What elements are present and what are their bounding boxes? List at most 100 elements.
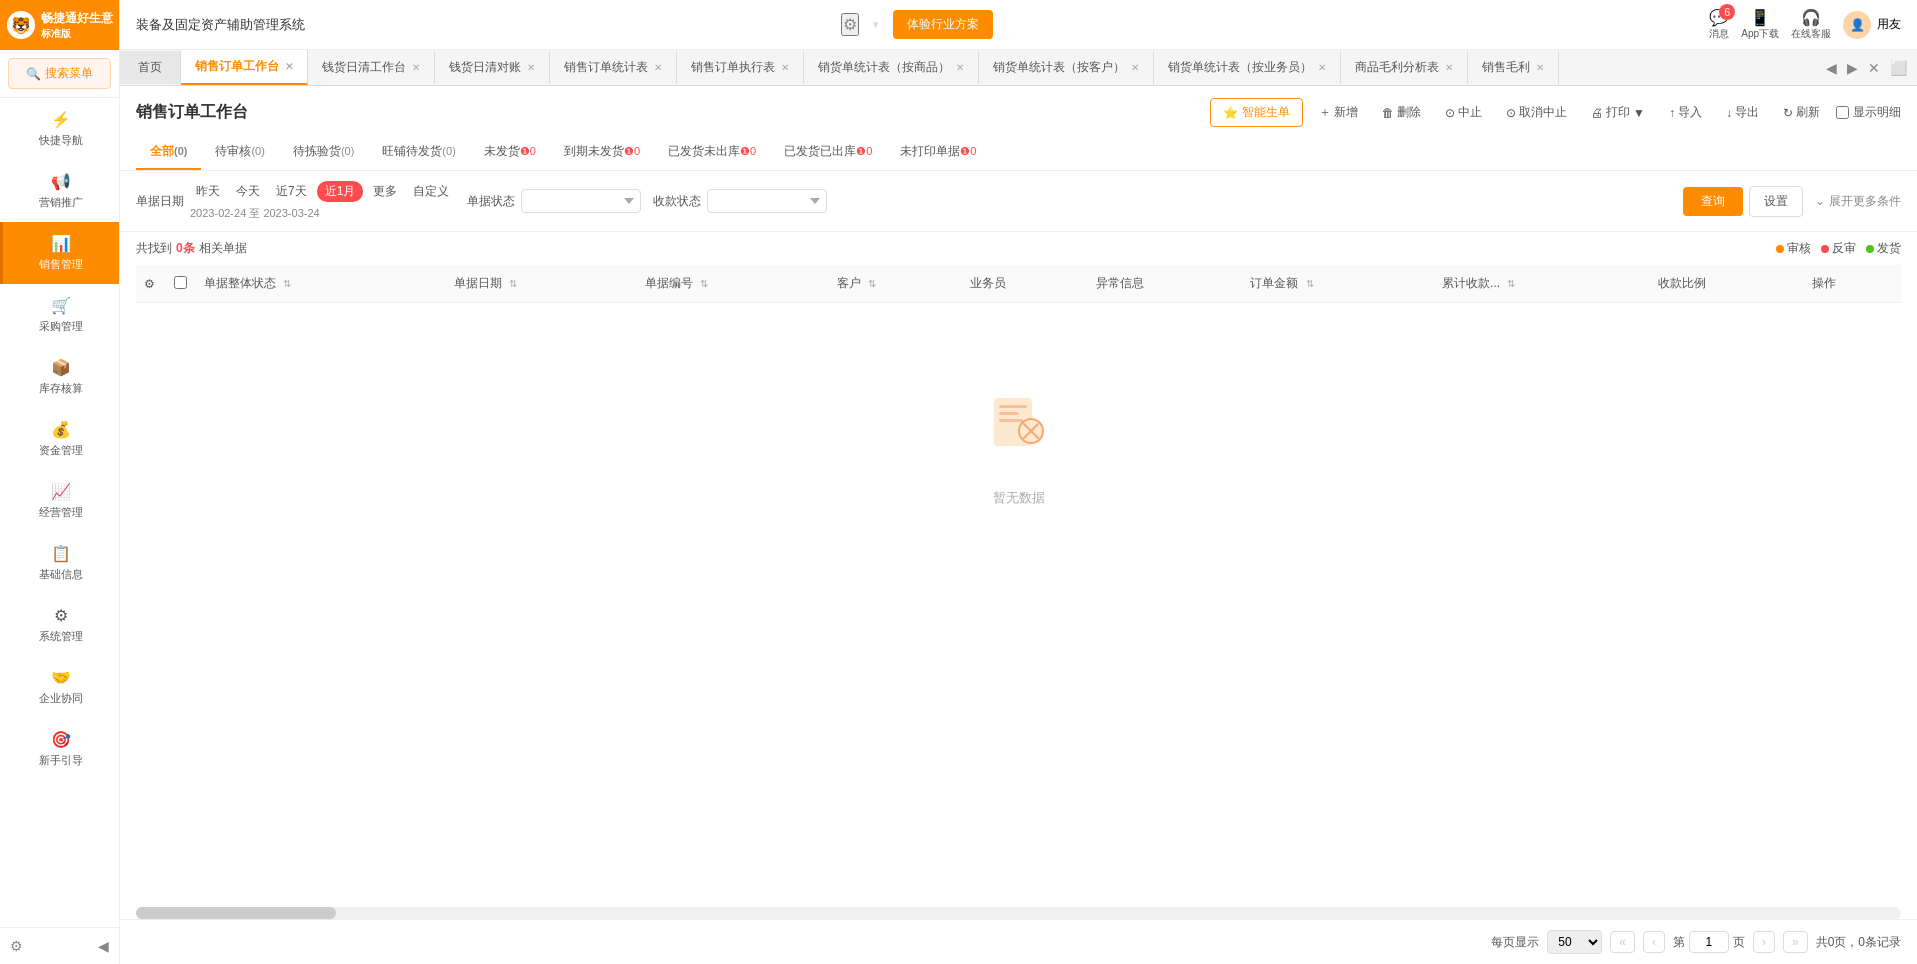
tab-close-icon[interactable]: ✕ <box>956 62 964 73</box>
tab-cash-reconcile[interactable]: 钱货日清对账 ✕ <box>435 51 550 84</box>
sidebar-item-sales[interactable]: 📊 销售管理 <box>0 222 119 284</box>
sub-tab-pending-inspect[interactable]: 待拣验货(0) <box>279 135 368 170</box>
th-collect-ratio: 收款比例 <box>1650 265 1805 303</box>
sidebar-item-basic-info[interactable]: 📋 基础信息 <box>0 532 119 594</box>
sidebar-item-marketing[interactable]: 📢 营销推广 <box>0 160 119 222</box>
solution-button[interactable]: 体验行业方案 <box>893 10 993 39</box>
filter-date-custom[interactable]: 自定义 <box>407 181 455 202</box>
system-icon: ⚙ <box>54 606 68 625</box>
export-button[interactable]: ↓ 导出 <box>1718 99 1767 126</box>
filter-date-last7[interactable]: 近7天 <box>270 181 313 202</box>
tab-home[interactable]: 首页 <box>120 51 181 84</box>
import-button[interactable]: ↑ 导入 <box>1661 99 1710 126</box>
add-button[interactable]: ＋ 新增 <box>1311 99 1366 126</box>
first-page-button[interactable]: « <box>1610 931 1635 953</box>
collapse-sidebar-button[interactable]: ◀ <box>98 938 109 954</box>
sub-tab-expired-not-shipped[interactable]: 到期未发货❶0 <box>550 135 654 170</box>
settings-bottom-button[interactable]: ⚙ <box>10 938 23 954</box>
horizontal-scrollbar[interactable] <box>136 907 1901 919</box>
show-detail-checkbox[interactable]: 显示明细 <box>1836 104 1901 121</box>
tab-close-icon[interactable]: ✕ <box>781 62 789 73</box>
filter-date-yesterday[interactable]: 昨天 <box>190 181 226 202</box>
tab-close-icon[interactable]: ✕ <box>1445 62 1453 73</box>
show-detail-input[interactable] <box>1836 106 1849 119</box>
sub-tab-all[interactable]: 全部(0) <box>136 135 201 170</box>
sidebar-item-newbie[interactable]: 🎯 新手引导 <box>0 718 119 780</box>
finance-icon: 💰 <box>51 420 71 439</box>
tab-cash-daily[interactable]: 钱货日清工作台 ✕ <box>308 51 435 84</box>
tab-close-icon[interactable]: ✕ <box>285 61 293 72</box>
page-size-select[interactable]: 20 50 100 <box>1547 930 1602 954</box>
tab-product-margin[interactable]: 商品毛利分析表 ✕ <box>1341 51 1468 84</box>
anti-review-action-button[interactable]: 反审 <box>1821 240 1856 257</box>
tab-prev-button[interactable]: ◀ <box>1822 56 1841 80</box>
tab-maximize-button[interactable]: ⬜ <box>1886 56 1911 80</box>
add-label: 新增 <box>1334 104 1358 121</box>
search-menu-button[interactable]: 🔍 搜索菜单 <box>8 58 111 89</box>
app-download-label: App下载 <box>1741 27 1779 41</box>
setting-button[interactable]: 设置 <box>1749 186 1803 217</box>
filter-status-select[interactable] <box>521 189 641 213</box>
sidebar-item-purchase[interactable]: 🛒 采购管理 <box>0 284 119 346</box>
sub-tab-wangpu[interactable]: 旺铺待发货(0) <box>368 135 469 170</box>
query-button[interactable]: 查询 <box>1683 187 1743 216</box>
sidebar-item-inventory[interactable]: 📦 库存核算 <box>0 346 119 408</box>
filter-expand-button[interactable]: ⌄ 展开更多条件 <box>1815 193 1901 210</box>
filter-payment-item: 收款状态 <box>653 189 827 213</box>
review-action-button[interactable]: 审核 <box>1776 240 1811 257</box>
col-date-label: 单据日期 <box>454 276 502 290</box>
current-page-input[interactable] <box>1689 931 1729 953</box>
tab-sales-profit[interactable]: 销售毛利 ✕ <box>1468 51 1559 84</box>
filter-date-last1m[interactable]: 近1月 <box>317 181 364 202</box>
tab-close-icon[interactable]: ✕ <box>1318 62 1326 73</box>
tab-sales-single-customer[interactable]: 销货单统计表（按客户） ✕ <box>979 51 1154 84</box>
tab-close-icon[interactable]: ✕ <box>654 62 662 73</box>
sub-tab-not-shipped[interactable]: 未发货❶0 <box>470 135 550 170</box>
sub-tab-shipped-out[interactable]: 已发货已出库❶0 <box>770 135 886 170</box>
tab-close-icon[interactable]: ✕ <box>412 62 420 73</box>
suspend-button[interactable]: ⊙ 中止 <box>1437 99 1490 126</box>
scroll-thumb[interactable] <box>136 907 336 919</box>
cancel-suspend-button[interactable]: ⊙ 取消中止 <box>1498 99 1575 126</box>
sidebar-item-operations[interactable]: 📈 经营管理 <box>0 470 119 532</box>
column-settings-icon[interactable]: ⚙ <box>144 277 155 291</box>
topbar-message[interactable]: 💬 消息 6 <box>1709 8 1729 41</box>
tab-close-icon[interactable]: ✕ <box>1131 62 1139 73</box>
tab-sales-stats[interactable]: 销售订单统计表 ✕ <box>550 51 677 84</box>
tab-close-icon[interactable]: ✕ <box>527 62 535 73</box>
next-page-button[interactable]: › <box>1753 931 1775 953</box>
select-all-checkbox[interactable] <box>174 276 187 289</box>
tab-next-button[interactable]: ▶ <box>1843 56 1862 80</box>
topbar-gear-button[interactable]: ⚙ <box>841 13 859 36</box>
tab-sales-single-staff[interactable]: 销货单统计表（按业务员） ✕ <box>1154 51 1341 84</box>
delete-button[interactable]: 🗑 删除 <box>1374 99 1429 126</box>
filter-payment-select[interactable] <box>707 189 827 213</box>
tab-sales-workbench[interactable]: 销售订单工作台 ✕ <box>181 50 308 85</box>
tab-close-icon[interactable]: ✕ <box>1536 62 1544 73</box>
sub-tab-pending-review[interactable]: 待审核(0) <box>201 135 278 170</box>
prev-page-button[interactable]: ‹ <box>1643 931 1665 953</box>
filter-query-area: 查询 设置 <box>1683 186 1803 217</box>
sub-tab-not-printed[interactable]: 未打印单据❶0 <box>886 135 990 170</box>
smart-generate-button[interactable]: ⭐ 智能生单 <box>1210 98 1303 127</box>
tab-close-all-button[interactable]: ✕ <box>1864 56 1884 80</box>
filter-date-more[interactable]: 更多 <box>367 181 403 202</box>
topbar-user[interactable]: 👤 用友 <box>1843 11 1901 39</box>
tab-sales-exec[interactable]: 销售订单执行表 ✕ <box>677 51 804 84</box>
cancel-suspend-label: 取消中止 <box>1519 104 1567 121</box>
sub-tab-shipped-not-out[interactable]: 已发货未出库❶0 <box>654 135 770 170</box>
refresh-button[interactable]: ↻ 刷新 <box>1775 99 1828 126</box>
basic-info-icon: 📋 <box>51 544 71 563</box>
filter-date-today[interactable]: 今天 <box>230 181 266 202</box>
th-status: 单据整体状态 ⇅ <box>196 265 446 303</box>
topbar-app-download[interactable]: 📱 App下载 <box>1741 8 1779 41</box>
sidebar-item-quick-nav[interactable]: ⚡ 快捷导航 <box>0 98 119 160</box>
sidebar-item-finance[interactable]: 💰 资金管理 <box>0 408 119 470</box>
ship-action-button[interactable]: 发货 <box>1866 240 1901 257</box>
last-page-button[interactable]: » <box>1783 931 1808 953</box>
sidebar-item-system[interactable]: ⚙ 系统管理 <box>0 594 119 656</box>
sidebar-item-coop[interactable]: 🤝 企业协同 <box>0 656 119 718</box>
print-button[interactable]: 🖨 打印 ▼ <box>1583 99 1653 126</box>
tab-sales-single-product[interactable]: 销货单统计表（按商品） ✕ <box>804 51 979 84</box>
topbar-online-service[interactable]: 🎧 在线客服 <box>1791 8 1831 41</box>
